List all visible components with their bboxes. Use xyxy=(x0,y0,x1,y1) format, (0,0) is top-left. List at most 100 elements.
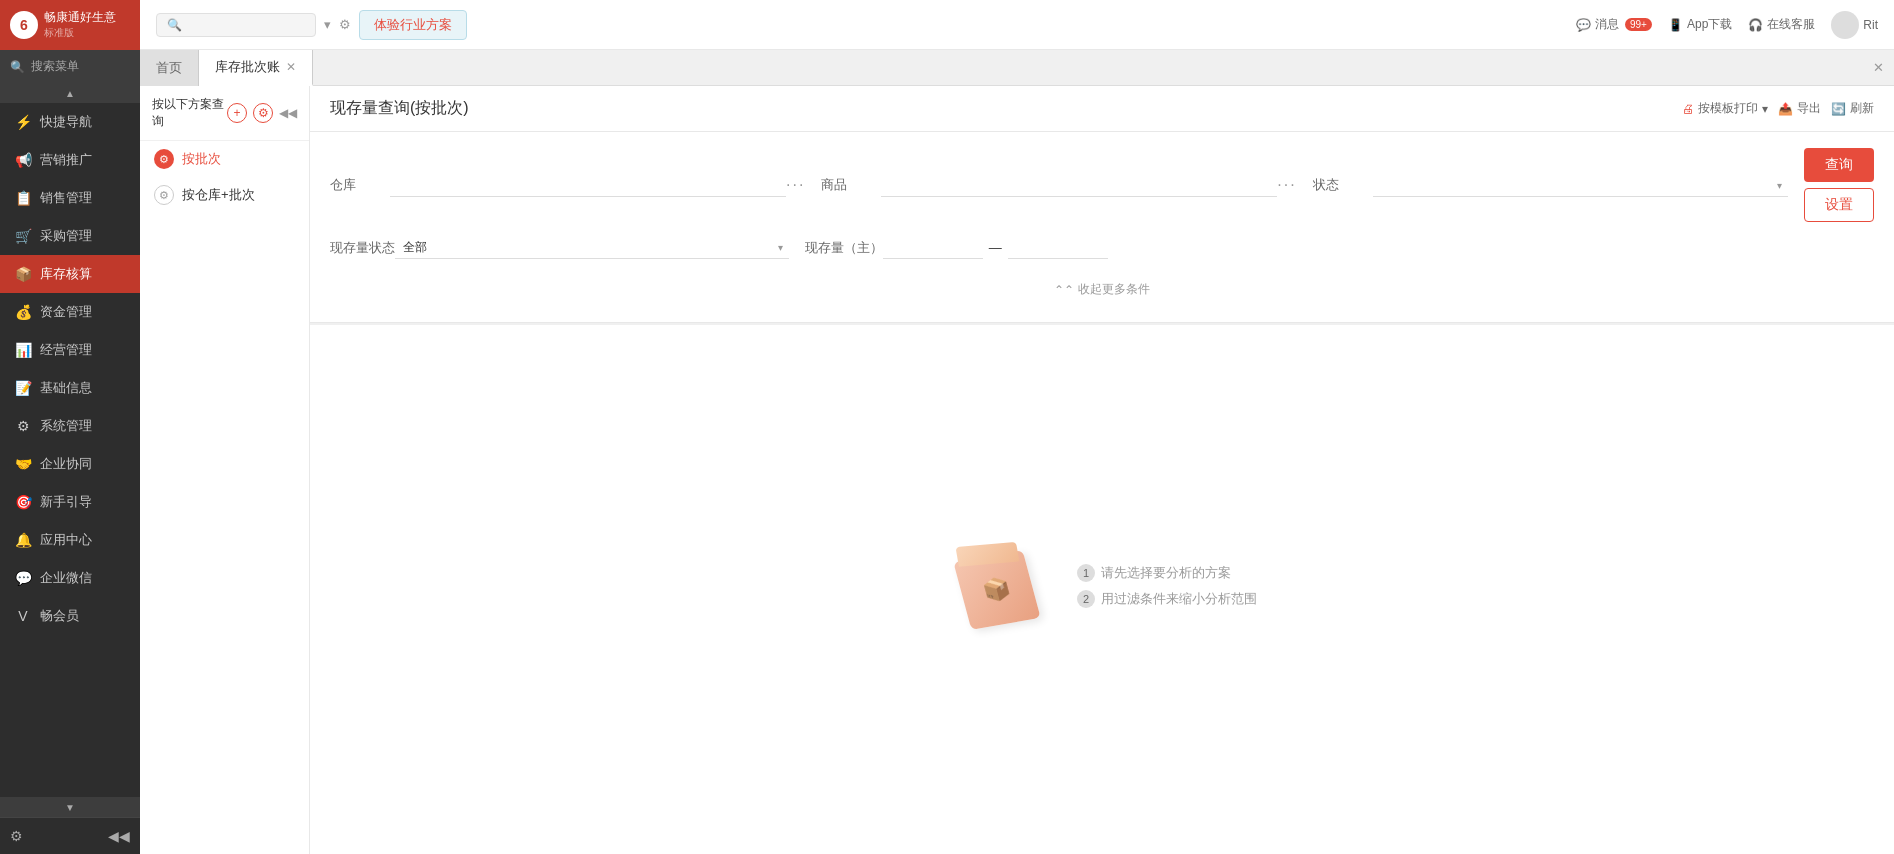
scroll-up-button[interactable]: ▲ xyxy=(0,83,140,103)
stock-status-select[interactable]: 全部 xyxy=(395,236,789,259)
quick-nav-icon: ⚡ xyxy=(14,113,32,131)
warehouse-field: 仓库 ··· xyxy=(330,174,805,197)
sidebar-item-label: 库存核算 xyxy=(40,265,92,283)
topbar-settings-icon[interactable]: ⚙ xyxy=(339,17,351,32)
sidebar-item-wechat[interactable]: 💬 企业微信 xyxy=(0,559,140,597)
empty-illustration: 📦 xyxy=(947,540,1047,640)
status-field: 状态 ▾ xyxy=(1313,174,1788,197)
scheme-label-warehouse: 按仓库+批次 xyxy=(182,186,255,204)
sidebar-item-operations[interactable]: 📊 经营管理 xyxy=(0,331,140,369)
wechat-icon: 💬 xyxy=(14,569,32,587)
refresh-icon: 🔄 xyxy=(1831,102,1846,116)
app-download-button[interactable]: 📱 App下载 xyxy=(1668,16,1732,33)
collapse-sidebar-icon[interactable]: ◀◀ xyxy=(108,828,130,844)
filter-panel: 按以下方案查询 + ⚙ ◀◀ ⚙ 按批次 ⚙ 按仓库+批次 xyxy=(140,86,310,854)
sidebar-item-quick-nav[interactable]: ⚡ 快捷导航 xyxy=(0,103,140,141)
collapse-up-icon: ⌃⌃ xyxy=(1054,283,1074,297)
refresh-button[interactable]: 🔄 刷新 xyxy=(1831,100,1874,117)
stock-qty-max-input[interactable] xyxy=(1008,236,1108,259)
scheme-item-batch[interactable]: ⚙ 按批次 xyxy=(140,141,309,177)
settings-icon[interactable]: ⚙ xyxy=(10,828,23,844)
warehouse-label: 仓库 xyxy=(330,176,390,194)
app-version: 标准版 xyxy=(44,26,116,40)
sidebar-item-system[interactable]: ⚙ 系统管理 xyxy=(0,407,140,445)
print-dropdown-icon[interactable]: ▾ xyxy=(1762,102,1768,116)
product-label: 商品 xyxy=(821,176,881,194)
empty-box-icon: 📦 xyxy=(980,575,1013,605)
sidebar-item-guide[interactable]: 🎯 新手引导 xyxy=(0,483,140,521)
sidebar-item-label: 新手引导 xyxy=(40,493,92,511)
sidebar-item-label: 快捷导航 xyxy=(40,113,92,131)
sidebar-item-label: 销售管理 xyxy=(40,189,92,207)
user-profile[interactable]: Rit xyxy=(1831,11,1878,39)
industry-solution-button[interactable]: 体验行业方案 xyxy=(359,10,467,40)
topbar-dropdown-icon[interactable]: ▾ xyxy=(324,17,331,32)
settings-scheme-button[interactable]: ⚙ xyxy=(253,103,273,123)
message-icon: 💬 xyxy=(1576,18,1591,32)
avatar xyxy=(1831,11,1859,39)
search-icon: 🔍 xyxy=(10,60,25,74)
export-button[interactable]: 📤 导出 xyxy=(1778,100,1821,117)
export-icon: 📤 xyxy=(1778,102,1793,116)
main-content: 🔍 ▾ ⚙ 体验行业方案 💬 消息 99+ 📱 App下载 🎧 在线客服 xyxy=(140,0,1894,854)
sidebar-bottom: ⚙ ◀◀ xyxy=(0,817,140,854)
sidebar-item-purchase[interactable]: 🛒 采购管理 xyxy=(0,217,140,255)
status-label: 状态 xyxy=(1313,176,1373,194)
scroll-down-button[interactable]: ▼ xyxy=(0,797,140,817)
product-more-icon[interactable]: ··· xyxy=(1277,176,1296,194)
print-template-button[interactable]: 🖨 按模板打印 ▾ xyxy=(1682,100,1768,117)
tab-home[interactable]: 首页 xyxy=(140,50,199,86)
sidebar-item-label: 企业微信 xyxy=(40,569,92,587)
topbar-search[interactable]: 🔍 xyxy=(156,13,316,37)
sidebar-item-label: 企业协同 xyxy=(40,455,92,473)
filter-row-2: 现存量状态 全部 ▾ 现存量（主） — xyxy=(330,236,1874,259)
online-service-button[interactable]: 🎧 在线客服 xyxy=(1748,16,1815,33)
sidebar-item-label: 畅会员 xyxy=(40,607,79,625)
sidebar-item-label: 应用中心 xyxy=(40,531,92,549)
stock-qty-field: 现存量（主） — xyxy=(805,236,1264,259)
messages-button[interactable]: 💬 消息 99+ xyxy=(1576,16,1652,33)
finance-icon: 💰 xyxy=(14,303,32,321)
sidebar-item-basic-info[interactable]: 📝 基础信息 xyxy=(0,369,140,407)
tab-close-all-icon[interactable]: ✕ xyxy=(1873,60,1884,75)
sidebar-item-sales[interactable]: 📋 销售管理 xyxy=(0,179,140,217)
search-menu-label: 搜索菜单 xyxy=(31,58,79,75)
scheme-icon-warehouse: ⚙ xyxy=(154,185,174,205)
empty-hint-2: 2 用过滤条件来缩小分析范围 xyxy=(1077,590,1257,608)
tab-inventory-batch[interactable]: 库存批次账 ✕ xyxy=(199,50,313,86)
sidebar-item-finance[interactable]: 💰 资金管理 xyxy=(0,293,140,331)
sidebar-item-inventory[interactable]: 📦 库存核算 xyxy=(0,255,140,293)
product-input[interactable] xyxy=(881,174,1277,197)
tab-home-label: 首页 xyxy=(156,59,182,77)
sidebar-item-member[interactable]: V 畅会员 xyxy=(0,597,140,635)
print-label: 按模板打印 xyxy=(1698,100,1758,117)
filter-settings-button[interactable]: 设置 xyxy=(1804,188,1874,222)
sidebar-item-label: 系统管理 xyxy=(40,417,92,435)
stock-qty-min-input[interactable] xyxy=(883,236,983,259)
collapse-filter-icon[interactable]: ◀◀ xyxy=(279,106,297,120)
add-scheme-button[interactable]: + xyxy=(227,103,247,123)
stock-qty-label: 现存量（主） xyxy=(805,239,883,257)
sidebar-item-app-center[interactable]: 🔔 应用中心 xyxy=(0,521,140,559)
product-field: 商品 ··· xyxy=(821,174,1296,197)
tab-close-icon[interactable]: ✕ xyxy=(286,60,296,74)
hint-num-1: 1 xyxy=(1077,564,1095,582)
headset-icon: 🎧 xyxy=(1748,18,1763,32)
sidebar-item-marketing[interactable]: 📢 营销推广 xyxy=(0,141,140,179)
empty-hints: 1 请先选择要分析的方案 2 用过滤条件来缩小分析范围 xyxy=(1077,564,1257,616)
collapse-more-button[interactable]: ⌃⌃ 收起更多条件 xyxy=(330,273,1874,306)
app-name: 畅康通好生意 xyxy=(44,10,116,26)
warehouse-more-icon[interactable]: ··· xyxy=(786,176,805,194)
operations-icon: 📊 xyxy=(14,341,32,359)
search-menu-item[interactable]: 🔍 搜索菜单 xyxy=(0,50,140,83)
collapse-label: 收起更多条件 xyxy=(1078,281,1150,298)
sidebar-nav: ⚡ 快捷导航 📢 营销推广 📋 销售管理 🛒 采购管理 📦 库存核算 💰 资金管… xyxy=(0,103,140,797)
tabbar: 首页 库存批次账 ✕ ✕ xyxy=(140,50,1894,86)
warehouse-input[interactable] xyxy=(390,174,786,197)
empty-hint-1: 1 请先选择要分析的方案 xyxy=(1077,564,1257,582)
status-select[interactable] xyxy=(1373,174,1788,197)
query-button[interactable]: 查询 xyxy=(1804,148,1874,182)
scheme-item-warehouse-batch[interactable]: ⚙ 按仓库+批次 xyxy=(140,177,309,213)
sidebar-item-enterprise[interactable]: 🤝 企业协同 xyxy=(0,445,140,483)
marketing-icon: 📢 xyxy=(14,151,32,169)
